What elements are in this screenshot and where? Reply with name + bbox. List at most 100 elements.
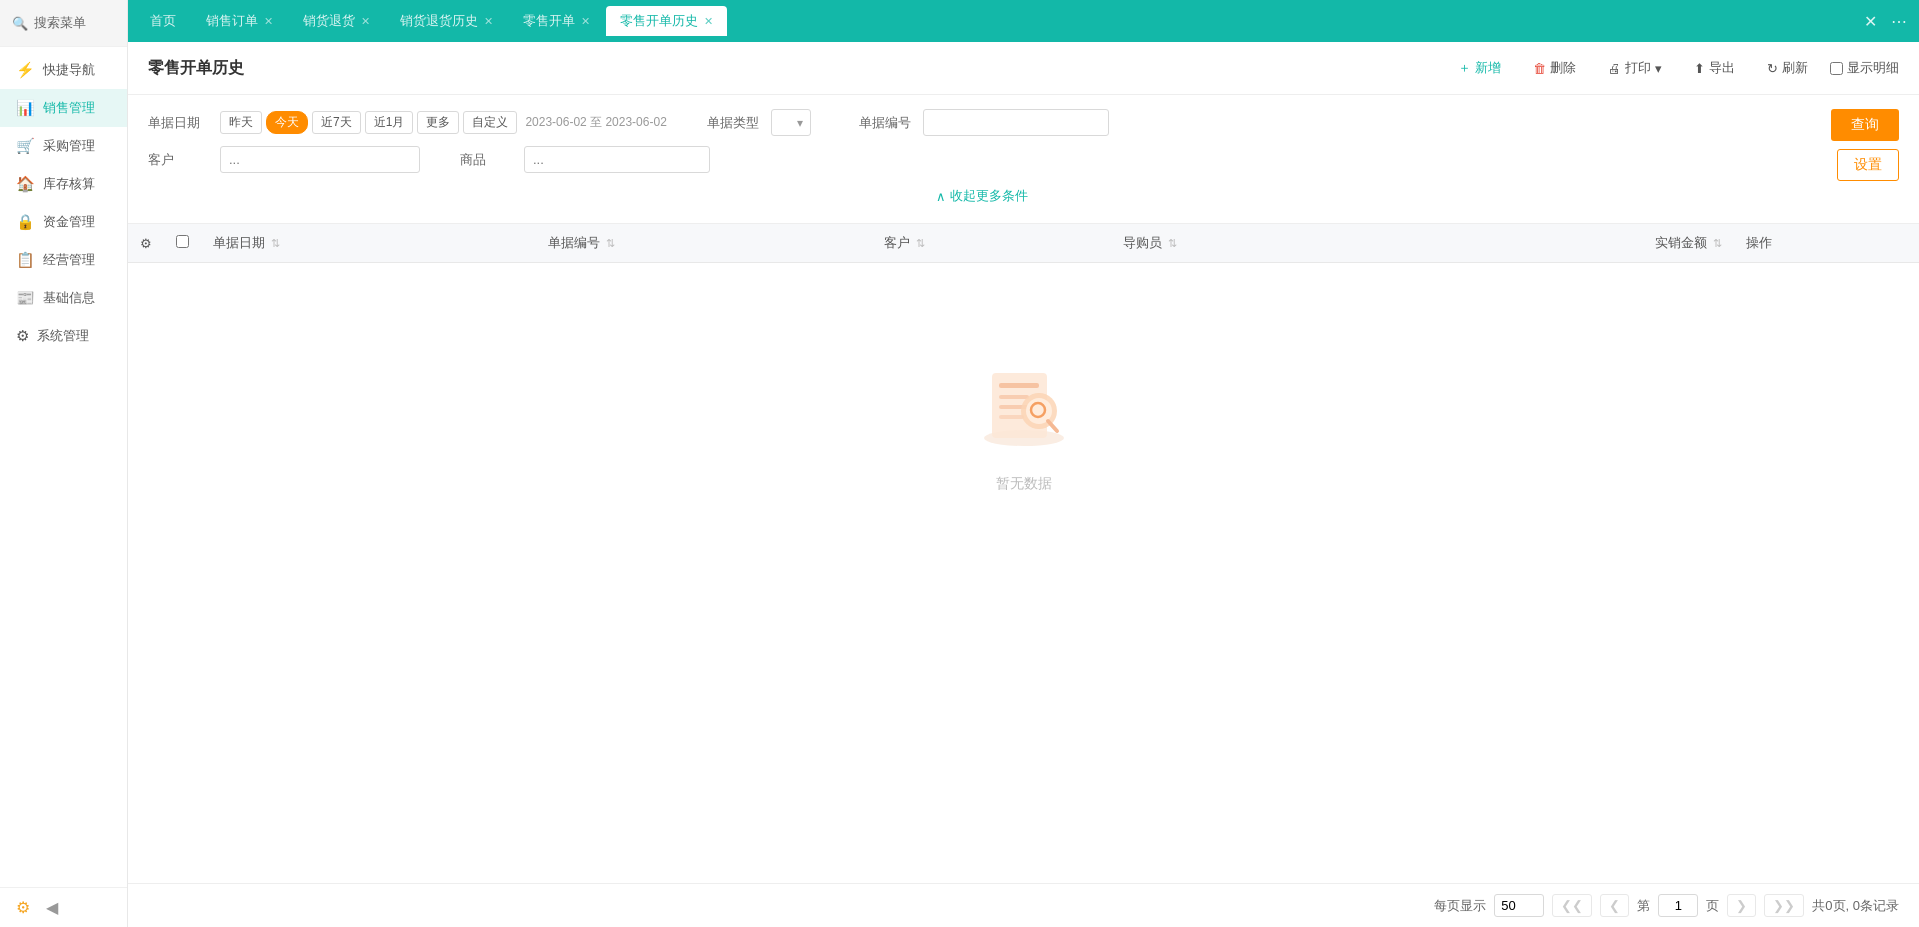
tab-retail-open[interactable]: 零售开单 ✕	[509, 6, 604, 36]
th-actions-label: 操作	[1746, 235, 1772, 250]
date-btn-more[interactable]: 更多	[417, 111, 459, 134]
display-detail-label: 显示明细	[1847, 59, 1899, 77]
print-button[interactable]: 🖨 打印 ▾	[1598, 54, 1672, 82]
tab-sales-return-history[interactable]: 销货退货历史 ✕	[386, 6, 507, 36]
doc-type-select[interactable]	[771, 109, 811, 136]
operations-icon: 📋	[16, 251, 35, 269]
total-info: 共0页, 0条记录	[1812, 897, 1899, 915]
th-customer-sort-icon[interactable]: ⇅	[916, 237, 925, 249]
last-page-btn[interactable]: ❯❯	[1764, 894, 1804, 917]
print-arrow-icon: ▾	[1655, 61, 1662, 76]
doc-type-label: 单据类型	[707, 114, 763, 132]
tab-retail-open-close[interactable]: ✕	[581, 15, 590, 28]
tabs-bar-right: ✕ ⋯	[1860, 8, 1911, 35]
svg-rect-5	[999, 415, 1024, 419]
date-btn-7days[interactable]: 近7天	[312, 111, 361, 134]
collapse-btn[interactable]: ∧ 收起更多条件	[936, 183, 1028, 209]
tabs-more-btn[interactable]: ⋯	[1887, 8, 1911, 35]
doc-no-input[interactable]	[923, 109, 1109, 136]
tab-sales-order-label: 销售订单	[206, 12, 258, 30]
sidebar-item-label: 库存核算	[43, 175, 95, 193]
prev-page-btn[interactable]: ❮	[1600, 894, 1629, 917]
tab-sales-order-close[interactable]: ✕	[264, 15, 273, 28]
tab-sales-return-history-label: 销货退货历史	[400, 12, 478, 30]
query-button[interactable]: 查询	[1831, 109, 1899, 141]
sidebar-item-operations[interactable]: 📋 经营管理	[0, 241, 127, 279]
first-page-btn[interactable]: ❮❮	[1552, 894, 1592, 917]
sales-mgmt-icon: 📊	[16, 99, 35, 117]
toolbar: ＋ 新增 🗑 删除 🖨 打印 ▾ ⬆ 导出 ↻ 刷新	[1448, 54, 1899, 82]
table-header-row: ⚙ 单据日期 ⇅ 单据编号 ⇅	[128, 224, 1919, 263]
tab-sales-order[interactable]: 销售订单 ✕	[192, 6, 287, 36]
th-doc-no-sort-icon[interactable]: ⇅	[606, 237, 615, 249]
date-btn-today[interactable]: 今天	[266, 111, 308, 134]
filter-settings-button[interactable]: 设置	[1837, 149, 1899, 181]
footer-settings-icon[interactable]: ⚙	[16, 898, 30, 917]
page-title: 零售开单历史	[148, 58, 244, 79]
refresh-icon: ↻	[1767, 61, 1778, 76]
th-customer-label: 客户	[884, 235, 910, 250]
tab-retail-open-history-label: 零售开单历史	[620, 12, 698, 30]
th-customer: 客户 ⇅	[872, 224, 1111, 263]
svg-rect-2	[999, 383, 1039, 388]
add-label: 新增	[1475, 59, 1501, 77]
delete-label: 删除	[1550, 59, 1576, 77]
th-guide-sort-icon[interactable]: ⇅	[1168, 237, 1177, 249]
th-amount-sort-icon[interactable]: ⇅	[1713, 237, 1722, 249]
th-date-sort-icon[interactable]: ⇅	[271, 237, 280, 249]
add-button[interactable]: ＋ 新增	[1448, 54, 1511, 82]
date-buttons: 昨天 今天 近7天 近1月 更多 自定义 2023-06-02 至 2023-0…	[220, 111, 667, 134]
tabs-close-btn[interactable]: ✕	[1860, 8, 1881, 35]
tab-sales-return-history-close[interactable]: ✕	[484, 15, 493, 28]
delete-button[interactable]: 🗑 删除	[1523, 54, 1586, 82]
customer-input[interactable]	[220, 146, 420, 173]
sidebar-item-inventory[interactable]: 🏠 库存核算	[0, 165, 127, 203]
inventory-icon: 🏠	[16, 175, 35, 193]
sidebar-item-sys-mgmt[interactable]: ⚙ 系统管理	[0, 317, 127, 355]
date-btn-yesterday[interactable]: 昨天	[220, 111, 262, 134]
quick-nav-icon: ⚡	[16, 61, 35, 79]
sidebar-item-base-info[interactable]: 📰 基础信息	[0, 279, 127, 317]
display-detail-checkbox[interactable]	[1830, 62, 1843, 75]
footer-collapse-icon[interactable]: ◀	[46, 898, 58, 917]
next-page-btn[interactable]: ❯	[1727, 894, 1756, 917]
doc-no-label: 单据编号	[859, 114, 915, 132]
purchase-mgmt-icon: 🛒	[16, 137, 35, 155]
sidebar-item-finance[interactable]: 🔒 资金管理	[0, 203, 127, 241]
base-info-icon: 📰	[16, 289, 35, 307]
empty-state: 暂无数据	[128, 263, 1919, 573]
display-detail-toggle[interactable]: 显示明细	[1830, 59, 1899, 77]
table-settings-icon[interactable]: ⚙	[140, 236, 152, 251]
sidebar-item-sales-mgmt[interactable]: 📊 销售管理	[0, 89, 127, 127]
sidebar-item-quick-nav[interactable]: ⚡ 快捷导航	[0, 51, 127, 89]
tab-retail-open-history[interactable]: 零售开单历史 ✕	[606, 6, 727, 36]
sidebar-item-purchase-mgmt[interactable]: 🛒 采购管理	[0, 127, 127, 165]
empty-row: 暂无数据	[128, 263, 1919, 574]
select-all-checkbox[interactable]	[176, 235, 189, 248]
tab-retail-open-history-close[interactable]: ✕	[704, 15, 713, 28]
tab-home[interactable]: 首页	[136, 6, 190, 36]
sidebar-search[interactable]: 🔍 搜索菜单	[0, 0, 127, 47]
filter-row-1: 单据日期 昨天 今天 近7天 近1月 更多 自定义 2023-06-02 至 2…	[148, 109, 1815, 136]
print-label: 打印	[1625, 59, 1651, 77]
th-date: 单据日期 ⇅	[201, 224, 536, 263]
th-amount-label: 实销金额	[1655, 235, 1707, 250]
filter-row-2: 客户 商品	[148, 146, 1815, 173]
export-label: 导出	[1709, 59, 1735, 77]
date-btn-custom[interactable]: 自定义	[463, 111, 517, 134]
page-size-select[interactable]: 50 20 100	[1494, 894, 1544, 917]
goods-label: 商品	[460, 151, 516, 169]
current-page-input[interactable]	[1658, 894, 1698, 917]
tab-retail-open-label: 零售开单	[523, 12, 575, 30]
export-button[interactable]: ⬆ 导出	[1684, 54, 1745, 82]
refresh-button[interactable]: ↻ 刷新	[1757, 54, 1818, 82]
table-head: ⚙ 单据日期 ⇅ 单据编号 ⇅	[128, 224, 1919, 263]
tab-sales-return[interactable]: 销货退货 ✕	[289, 6, 384, 36]
main-area: 首页 销售订单 ✕ 销货退货 ✕ 销货退货历史 ✕ 零售开单 ✕ 零售开单历史 …	[128, 0, 1919, 927]
add-icon: ＋	[1458, 59, 1471, 77]
goods-input[interactable]	[524, 146, 710, 173]
print-icon: 🖨	[1608, 61, 1621, 76]
tab-sales-return-close[interactable]: ✕	[361, 15, 370, 28]
filter-area: 单据日期 昨天 今天 近7天 近1月 更多 自定义 2023-06-02 至 2…	[128, 95, 1919, 224]
date-btn-1month[interactable]: 近1月	[365, 111, 414, 134]
